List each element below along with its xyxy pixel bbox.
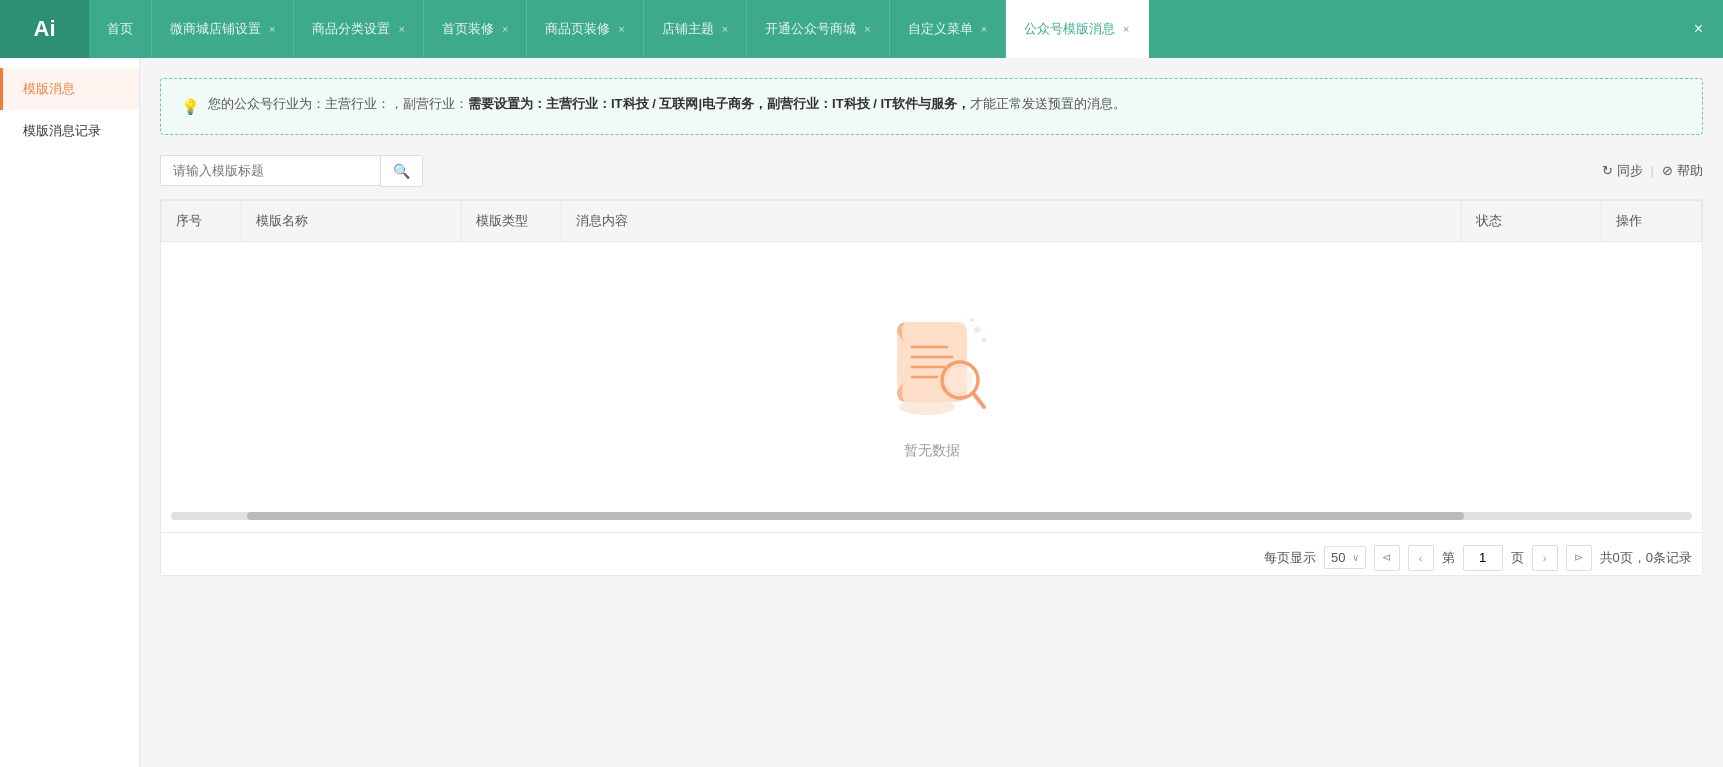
tab-product-decor-close[interactable]: × (618, 23, 624, 35)
per-page-select[interactable]: 50 ∨ (1324, 546, 1365, 569)
tab-wechat-shop-close[interactable]: × (269, 23, 275, 35)
sidebar-item-template-message[interactable]: 模版消息 (0, 68, 139, 110)
empty-icon (872, 302, 992, 422)
svg-point-6 (947, 367, 973, 393)
tab-homepage-decor[interactable]: 首页装修 × (424, 0, 527, 58)
page-label-text: 第 (1442, 549, 1455, 567)
tab-home-label: 首页 (107, 20, 133, 38)
tab-homepage-decor-label: 首页装修 (442, 20, 494, 38)
data-table: 序号 模版名称 模版类型 消息内容 状态 操作 (161, 200, 1702, 500)
prev-page-icon: ‹ (1419, 552, 1423, 564)
svg-line-7 (973, 393, 984, 407)
empty-state: 暂无数据 (162, 242, 1702, 500)
tab-shop-theme-label: 店铺主题 (662, 20, 714, 38)
horizontal-scroll-area[interactable] (161, 500, 1702, 532)
per-page-label: 每页显示 (1264, 549, 1316, 567)
notice-icon: 💡 (181, 94, 200, 120)
tab-template-msg-close[interactable]: × (1123, 23, 1129, 35)
last-page-button[interactable]: ⊳ (1566, 545, 1592, 571)
tab-open-mall[interactable]: 开通公众号商城 × (747, 0, 889, 58)
help-icon: ⊘ (1662, 163, 1673, 178)
toolbar-right: ↻ 同步 | ⊘ 帮助 (1602, 162, 1703, 180)
tab-shop-theme-close[interactable]: × (722, 23, 728, 35)
tab-product-decor-label: 商品页装修 (545, 20, 610, 38)
tab-shop-theme[interactable]: 店铺主题 × (644, 0, 747, 58)
top-nav: Ai 首页 微商城店铺设置 × 商品分类设置 × 首页装修 × 商品页装修 × … (0, 0, 1723, 58)
tab-open-mall-label: 开通公众号商城 (765, 20, 856, 38)
next-page-icon: › (1543, 552, 1547, 564)
per-page-value: 50 (1331, 550, 1345, 565)
search-area: 🔍 (160, 155, 423, 187)
help-button[interactable]: ⊘ 帮助 (1662, 162, 1703, 180)
tab-product-category-label: 商品分类设置 (312, 20, 390, 38)
tab-wechat-shop-label: 微商城店铺设置 (170, 20, 261, 38)
last-page-icon: ⊳ (1574, 551, 1583, 564)
tab-wechat-shop[interactable]: 微商城店铺设置 × (152, 0, 294, 58)
next-page-button[interactable]: › (1532, 545, 1558, 571)
pagination: 每页显示 50 ∨ ⊲ ‹ 第 页 › ⊳ (161, 532, 1702, 575)
search-icon: 🔍 (393, 163, 410, 179)
first-page-icon: ⊲ (1382, 551, 1391, 564)
col-header-name: 模版名称 (242, 200, 462, 241)
svg-point-9 (982, 338, 986, 342)
page-unit: 页 (1511, 549, 1524, 567)
col-header-action: 操作 (1602, 200, 1702, 241)
col-header-index: 序号 (162, 200, 242, 241)
col-header-content: 消息内容 (562, 200, 1462, 241)
tab-open-mall-close[interactable]: × (864, 23, 870, 35)
svg-point-8 (974, 327, 980, 333)
scrollbar-thumb[interactable] (247, 512, 1464, 520)
per-page-chevron-icon: ∨ (1352, 552, 1359, 563)
tab-template-msg[interactable]: 公众号模版消息 × (1006, 0, 1148, 58)
main-layout: 模版消息 模版消息记录 💡 您的公众号行业为：主营行业：，副营行业：需要设置为：… (0, 58, 1723, 767)
tab-homepage-decor-close[interactable]: × (502, 23, 508, 35)
search-input[interactable] (160, 155, 380, 186)
tab-custom-menu-label: 自定义菜单 (908, 20, 973, 38)
global-close-button[interactable]: × (1674, 20, 1723, 38)
sync-icon: ↻ (1602, 163, 1613, 178)
scrollbar-track[interactable] (171, 512, 1692, 520)
empty-text: 暂无数据 (182, 442, 1682, 460)
table-header-row: 序号 模版名称 模版类型 消息内容 状态 操作 (162, 200, 1702, 241)
notice-text: 您的公众号行业为：主营行业：，副营行业：需要设置为：主营行业：IT科技 / 互联… (208, 93, 1126, 115)
sidebar: 模版消息 模版消息记录 (0, 58, 140, 767)
sidebar-item-template-message-log[interactable]: 模版消息记录 (0, 110, 139, 152)
tab-template-msg-label: 公众号模版消息 (1024, 20, 1115, 38)
toolbar-divider: | (1651, 163, 1654, 178)
svg-point-10 (970, 318, 974, 322)
total-info: 共0页，0条记录 (1600, 549, 1692, 567)
prev-page-button[interactable]: ‹ (1408, 545, 1434, 571)
col-header-type: 模版类型 (462, 200, 562, 241)
tab-product-decor[interactable]: 商品页装修 × (527, 0, 643, 58)
data-table-wrapper: 序号 模版名称 模版类型 消息内容 状态 操作 (160, 199, 1703, 576)
tab-product-category-close[interactable]: × (398, 23, 404, 35)
toolbar: 🔍 ↻ 同步 | ⊘ 帮助 (160, 155, 1703, 187)
notice-box: 💡 您的公众号行业为：主营行业：，副营行业：需要设置为：主营行业：IT科技 / … (160, 78, 1703, 135)
sync-button[interactable]: ↻ 同步 (1602, 162, 1643, 180)
tab-product-category[interactable]: 商品分类设置 × (294, 0, 423, 58)
tab-custom-menu-close[interactable]: × (981, 23, 987, 35)
tab-home[interactable]: 首页 (89, 0, 152, 58)
search-button[interactable]: 🔍 (380, 155, 423, 187)
empty-state-row: 暂无数据 (162, 241, 1702, 500)
content-area: 💡 您的公众号行业为：主营行业：，副营行业：需要设置为：主营行业：IT科技 / … (140, 58, 1723, 767)
first-page-button[interactable]: ⊲ (1374, 545, 1400, 571)
current-page-input[interactable] (1463, 545, 1503, 571)
tab-custom-menu[interactable]: 自定义菜单 × (890, 0, 1006, 58)
tab-bar: 首页 微商城店铺设置 × 商品分类设置 × 首页装修 × 商品页装修 × 店铺主… (89, 0, 1674, 58)
col-header-status: 状态 (1462, 200, 1602, 241)
logo: Ai (0, 0, 89, 58)
